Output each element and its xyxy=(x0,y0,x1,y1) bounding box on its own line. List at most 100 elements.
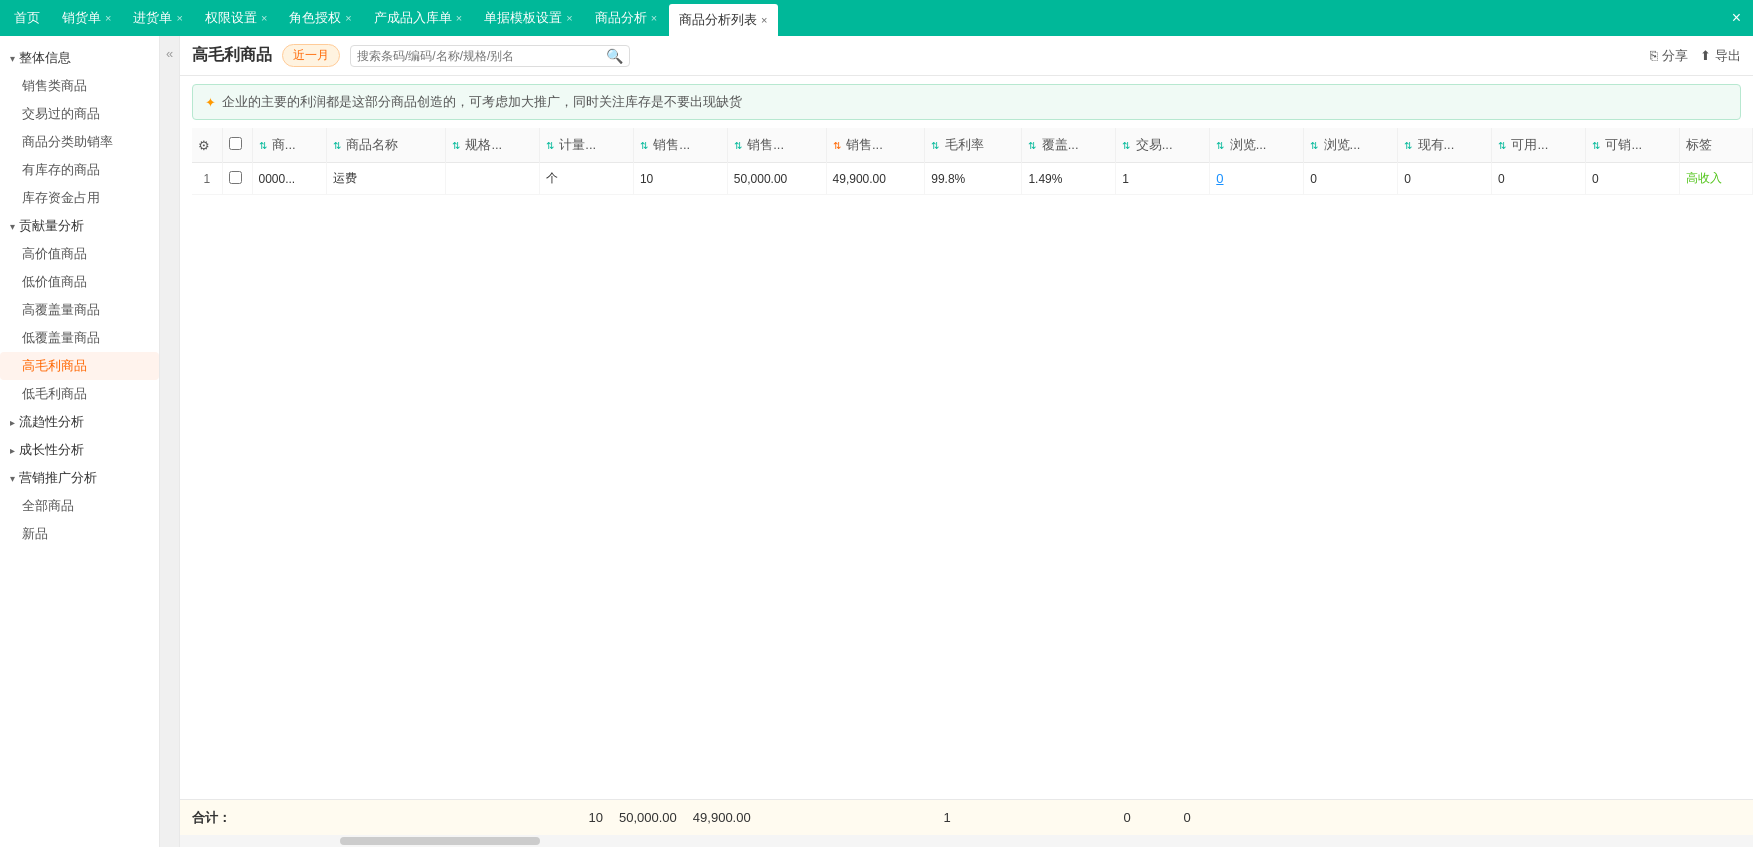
col-header-gross-margin[interactable]: ⇅ 毛利率 xyxy=(925,128,1022,163)
sort-icon: ⇅ xyxy=(259,140,267,151)
footer-trade-times: 1 xyxy=(899,810,959,825)
sort-icon: ⇅ xyxy=(452,140,460,151)
sort-icon: ⇅ xyxy=(546,140,554,151)
col-header-current-stock[interactable]: ⇅ 现有... xyxy=(1398,128,1492,163)
sidebar-item-high-margin[interactable]: 高毛利商品 xyxy=(0,352,159,380)
tab-product-analysis-list[interactable]: 商品分析列表 × xyxy=(669,4,777,36)
info-banner: ✦ 企业的主要的利润都是这部分商品创造的，可考虑加大推广，同时关注库存是不要出现… xyxy=(192,84,1741,120)
col-header-browse2[interactable]: ⇅ 浏览... xyxy=(1304,128,1398,163)
tab-purchase-order[interactable]: 进货单 × xyxy=(123,4,192,32)
tab-finished-goods[interactable]: 产成品入库单 × xyxy=(364,4,472,32)
col-header-spec[interactable]: ⇅ 规格... xyxy=(446,128,540,163)
share-button[interactable]: ⎘ 分享 xyxy=(1650,47,1688,65)
row-checkbox[interactable] xyxy=(222,163,252,195)
chevron-down-icon: ▾ xyxy=(10,221,15,232)
sort-icon: ⇅ xyxy=(1310,140,1318,151)
sort-icon: ⇅ xyxy=(1498,140,1506,151)
tab-permission-settings[interactable]: 权限设置 × xyxy=(195,4,277,32)
col-header-coverage[interactable]: ⇅ 覆盖... xyxy=(1022,128,1116,163)
sidebar-item-in-stock-goods[interactable]: 有库存的商品 xyxy=(0,156,159,184)
tab-role-auth[interactable]: 角色授权 × xyxy=(279,4,361,32)
main-layout: ▾ 整体信息 销售类商品 交易过的商品 商品分类助销率 有库存的商品 库存资金占… xyxy=(0,36,1753,847)
col-header-sale-amount[interactable]: ⇅ 销售... xyxy=(727,128,826,163)
close-tab-icon[interactable]: × xyxy=(345,12,351,24)
footer-available-stock: 0 xyxy=(1139,810,1199,825)
col-header-name[interactable]: ⇅ 商品名称 xyxy=(327,128,446,163)
tab-product-analysis[interactable]: 商品分析 × xyxy=(585,4,667,32)
col-header-saleable[interactable]: ⇅ 可销... xyxy=(1586,128,1680,163)
row-browse1[interactable]: 0 xyxy=(1210,163,1304,195)
sidebar-item-category-sales-rate[interactable]: 商品分类助销率 xyxy=(0,128,159,156)
export-icon: ⬆ xyxy=(1700,48,1711,63)
info-icon: ✦ xyxy=(205,95,216,110)
search-icon[interactable]: 🔍 xyxy=(606,48,623,64)
row-num: 1 xyxy=(192,163,222,195)
horizontal-scrollbar[interactable] xyxy=(180,835,1753,847)
scrollbar-thumb[interactable] xyxy=(340,837,540,845)
sort-icon: ⇅ xyxy=(833,140,841,151)
col-header-available-stock[interactable]: ⇅ 可用... xyxy=(1492,128,1586,163)
col-header-code[interactable]: ⇅ 商... xyxy=(252,128,327,163)
row-coverage: 1.49% xyxy=(1022,163,1116,195)
sort-icon: ⇅ xyxy=(734,140,742,151)
row-spec xyxy=(446,163,540,195)
col-header-browse1[interactable]: ⇅ 浏览... xyxy=(1210,128,1304,163)
footer-sale-profit: 49,900.00 xyxy=(685,810,759,825)
sidebar-group-trend[interactable]: ▸ 流趋性分析 xyxy=(0,408,159,436)
col-header-tag[interactable]: 标签 xyxy=(1679,128,1752,163)
close-tab-icon[interactable]: × xyxy=(105,12,111,24)
row-tag: 高收入 xyxy=(1679,163,1752,195)
table-wrapper: ⚙ ⇅ 商... ⇅ 商品名称 xyxy=(192,128,1753,799)
sort-icon: ⇅ xyxy=(1216,140,1224,151)
col-header-unit[interactable]: ⇅ 计量... xyxy=(539,128,633,163)
col-header-trade-times[interactable]: ⇅ 交易... xyxy=(1116,128,1210,163)
sidebar-item-new-goods[interactable]: 新品 xyxy=(0,520,159,548)
sidebar-group-marketing[interactable]: ▾ 营销推广分析 xyxy=(0,464,159,492)
close-tab-icon[interactable]: × xyxy=(761,14,767,26)
sidebar-group-contribution[interactable]: ▾ 贡献量分析 xyxy=(0,212,159,240)
close-tab-icon[interactable]: × xyxy=(261,12,267,24)
sidebar-item-low-margin[interactable]: 低毛利商品 xyxy=(0,380,159,408)
close-tab-icon[interactable]: × xyxy=(176,12,182,24)
footer-label: 合计： xyxy=(192,809,231,827)
sidebar-group-overall[interactable]: ▾ 整体信息 xyxy=(0,44,159,72)
row-available-stock: 0 xyxy=(1492,163,1586,195)
footer-current-stock: 0 xyxy=(1079,810,1139,825)
filter-period-button[interactable]: 近一月 xyxy=(282,44,340,67)
sidebar-item-high-value[interactable]: 高价值商品 xyxy=(0,240,159,268)
close-tab-icon[interactable]: × xyxy=(566,12,572,24)
sidebar-item-low-coverage[interactable]: 低覆盖量商品 xyxy=(0,324,159,352)
row-unit: 个 xyxy=(539,163,633,195)
row-select-checkbox[interactable] xyxy=(229,171,242,184)
close-tab-icon[interactable]: × xyxy=(651,12,657,24)
export-button[interactable]: ⬆ 导出 xyxy=(1700,47,1741,65)
tab-home[interactable]: 首页 xyxy=(4,4,50,32)
search-input[interactable] xyxy=(357,49,602,63)
content-area: 高毛利商品 近一月 🔍 ⎘ 分享 ⬆ 导出 ✦ 企业的主要的利润都是这部分商品创… xyxy=(180,36,1753,847)
sort-icon: ⇅ xyxy=(931,140,939,151)
tab-sales-order[interactable]: 销货单 × xyxy=(52,4,121,32)
sidebar-item-stock-capital[interactable]: 库存资金占用 xyxy=(0,184,159,212)
col-header-sale-profit[interactable]: ⇅ 销售... xyxy=(826,128,925,163)
sidebar-item-high-coverage[interactable]: 高覆盖量商品 xyxy=(0,296,159,324)
sidebar-item-traded-goods[interactable]: 交易过的商品 xyxy=(0,100,159,128)
sidebar-item-sales-goods[interactable]: 销售类商品 xyxy=(0,72,159,100)
data-table: ⚙ ⇅ 商... ⇅ 商品名称 xyxy=(192,128,1753,195)
row-browse2: 0 xyxy=(1304,163,1398,195)
sidebar-group-growth[interactable]: ▸ 成长性分析 xyxy=(0,436,159,464)
search-box: 🔍 xyxy=(350,45,630,67)
sidebar-collapse-button[interactable]: « xyxy=(160,36,180,847)
select-all-checkbox[interactable] xyxy=(229,137,242,150)
sidebar-item-all-goods[interactable]: 全部商品 xyxy=(0,492,159,520)
settings-icon[interactable]: ⚙ xyxy=(198,138,210,153)
col-header-settings[interactable]: ⚙ xyxy=(192,128,222,163)
col-header-checkbox[interactable] xyxy=(222,128,252,163)
window-close-button[interactable]: × xyxy=(1724,9,1749,27)
chevron-down-icon: ▾ xyxy=(10,473,15,484)
chevron-right-icon: ▸ xyxy=(10,417,15,428)
tab-template-settings[interactable]: 单据模板设置 × xyxy=(474,4,582,32)
close-tab-icon[interactable]: × xyxy=(456,12,462,24)
sidebar-item-low-value[interactable]: 低价值商品 xyxy=(0,268,159,296)
col-header-sale-qty[interactable]: ⇅ 销售... xyxy=(633,128,727,163)
header-actions: ⎘ 分享 ⬆ 导出 xyxy=(1650,47,1741,65)
